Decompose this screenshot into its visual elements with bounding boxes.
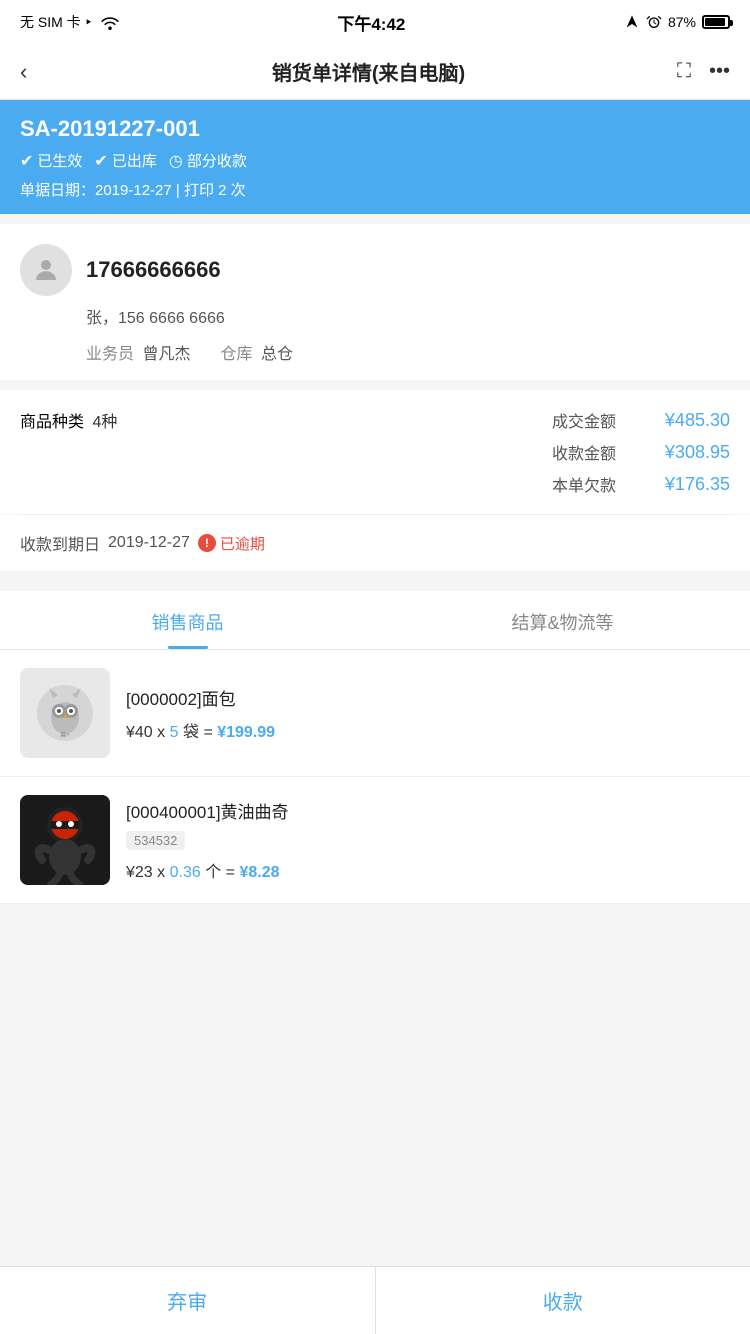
category-label: 商品种类 [20, 414, 84, 431]
qty-1: 5 [170, 724, 179, 741]
received-amount-row: 收款金额 ¥308.95 [552, 440, 730, 464]
customer-id: 17666666666 [86, 257, 221, 283]
overdue-dot-icon: ! [198, 534, 216, 552]
deal-value: ¥485.30 [640, 410, 730, 431]
badge-partial: ◷ 部分收款 [169, 150, 247, 171]
product-price-2: ¥23 x 0.36 个 = ¥8.28 [126, 858, 730, 882]
battery-text: 87% [668, 14, 696, 30]
stats-amounts: 成交金额 ¥485.30 收款金额 ¥308.95 本单欠款 ¥176.35 [552, 408, 730, 496]
owed-label: 本单欠款 [552, 472, 616, 496]
customer-row: 17666666666 [20, 244, 730, 296]
bottom-bar: 弃审 收款 [0, 1266, 750, 1334]
salesrep-info: 业务员 曾凡杰 [86, 340, 190, 364]
bottom-spacer [0, 904, 750, 984]
more-icon[interactable]: ••• [709, 60, 730, 83]
owed-amount-row: 本单欠款 ¥176.35 [552, 472, 730, 496]
due-date-section: 收款到期日 2019-12-27 ! 已逾期 [0, 515, 750, 571]
product-thumb-1: 兽+ [20, 668, 110, 758]
total-1: ¥199.99 [217, 724, 275, 741]
check-icon-1: ✔ [20, 151, 33, 171]
product-info-2: [000400001]黄油曲奇 534532 ¥23 x 0.36 个 = ¥8… [126, 798, 730, 882]
status-bar: 无 SIM 卡 ‣ 下午4:42 87% [0, 0, 750, 44]
price-unit-2: ¥23 [126, 864, 153, 881]
tabs-section: 销售商品 结算&物流等 [0, 591, 750, 650]
warehouse-info: 仓库 总仓 [220, 340, 292, 364]
owed-value: ¥176.35 [640, 474, 730, 495]
location-icon [624, 14, 640, 30]
carrier-text: 无 SIM 卡 ‣ [20, 12, 119, 32]
order-header: SA-20191227-001 ✔ 已生效 ✔ 已出库 ◷ 部分收款 单据日期：… [0, 100, 750, 214]
category-value: 4种 [92, 414, 117, 431]
product-name-1: [0000002]面包 [126, 685, 730, 710]
customer-section: 17666666666 张，156 6666 6666 业务员 曾凡杰 仓库 总… [0, 224, 750, 380]
alarm-icon [646, 14, 662, 30]
product-thumb-2 [20, 795, 110, 885]
check-icon-2: ✔ [94, 151, 107, 171]
product-item-1: 兽+ [0000002]面包 ¥40 x 5 袋 = ¥199.99 [0, 650, 750, 777]
nav-bar: ‹ 销货单详情(来自电脑) ⛶ ••• [0, 44, 750, 100]
product-price-1: ¥40 x 5 袋 = ¥199.99 [126, 718, 730, 742]
overdue-badge: ! 已逾期 [198, 533, 265, 554]
product-item-2: [000400001]黄油曲奇 534532 ¥23 x 0.36 个 = ¥8… [0, 777, 750, 904]
badge-effective: ✔ 已生效 [20, 150, 82, 171]
section-divider-1 [0, 380, 750, 390]
collect-button[interactable]: 收款 [376, 1267, 750, 1334]
stats-category: 商品种类 4种 [20, 408, 117, 432]
tab-settlement[interactable]: 结算&物流等 [375, 591, 750, 649]
stats-section: 商品种类 4种 成交金额 ¥485.30 收款金额 ¥308.95 本单欠款 ¥… [0, 390, 750, 514]
due-date-value: 2019-12-27 [108, 534, 190, 552]
order-badges: ✔ 已生效 ✔ 已出库 ◷ 部分收款 [20, 150, 730, 171]
received-label: 收款金额 [552, 440, 616, 464]
person-icon [31, 255, 61, 285]
nav-actions: ⛶ ••• [677, 60, 730, 83]
page-title: 销货单详情(来自电脑) [60, 57, 677, 86]
status-right: 87% [624, 14, 730, 30]
share-icon[interactable]: ⛶ [677, 60, 691, 83]
customer-details: 业务员 曾凡杰 仓库 总仓 [86, 340, 730, 364]
deal-label: 成交金额 [552, 408, 616, 432]
status-time: 下午4:42 [337, 10, 405, 35]
unit-1: 袋 [183, 724, 199, 741]
customer-contact: 张，156 6666 6666 [86, 304, 730, 328]
wifi-icon [101, 16, 119, 30]
unit-2: 个 [205, 864, 221, 881]
received-value: ¥308.95 [640, 442, 730, 463]
product-image-2 [20, 795, 110, 885]
reject-button[interactable]: 弃审 [0, 1267, 376, 1334]
order-meta: 单据日期：2019-12-27 | 打印 2 次 [20, 179, 730, 200]
section-divider-2 [0, 571, 750, 581]
due-date-label: 收款到期日 [20, 531, 100, 555]
order-id: SA-20191227-001 [20, 116, 730, 142]
battery-icon [702, 15, 730, 29]
clock-icon: ◷ [169, 151, 183, 171]
badge-shipped: ✔ 已出库 [94, 150, 156, 171]
deal-amount-row: 成交金额 ¥485.30 [552, 408, 730, 432]
qty-2: 0.36 [170, 864, 201, 881]
product-name-2: [000400001]黄油曲奇 [126, 798, 730, 823]
back-button[interactable]: ‹ [20, 59, 60, 85]
product-info-1: [0000002]面包 ¥40 x 5 袋 = ¥199.99 [126, 685, 730, 742]
svg-text:兽+: 兽+ [60, 731, 70, 739]
avatar [20, 244, 72, 296]
products-section: 兽+ [0000002]面包 ¥40 x 5 袋 = ¥199.99 [0, 650, 750, 904]
product-image-placeholder-1: 兽+ [35, 683, 95, 743]
price-unit-1: ¥40 [126, 724, 153, 741]
tab-products[interactable]: 销售商品 [0, 591, 375, 649]
product-sku-2: 534532 [126, 831, 185, 850]
total-2: ¥8.28 [239, 864, 279, 881]
